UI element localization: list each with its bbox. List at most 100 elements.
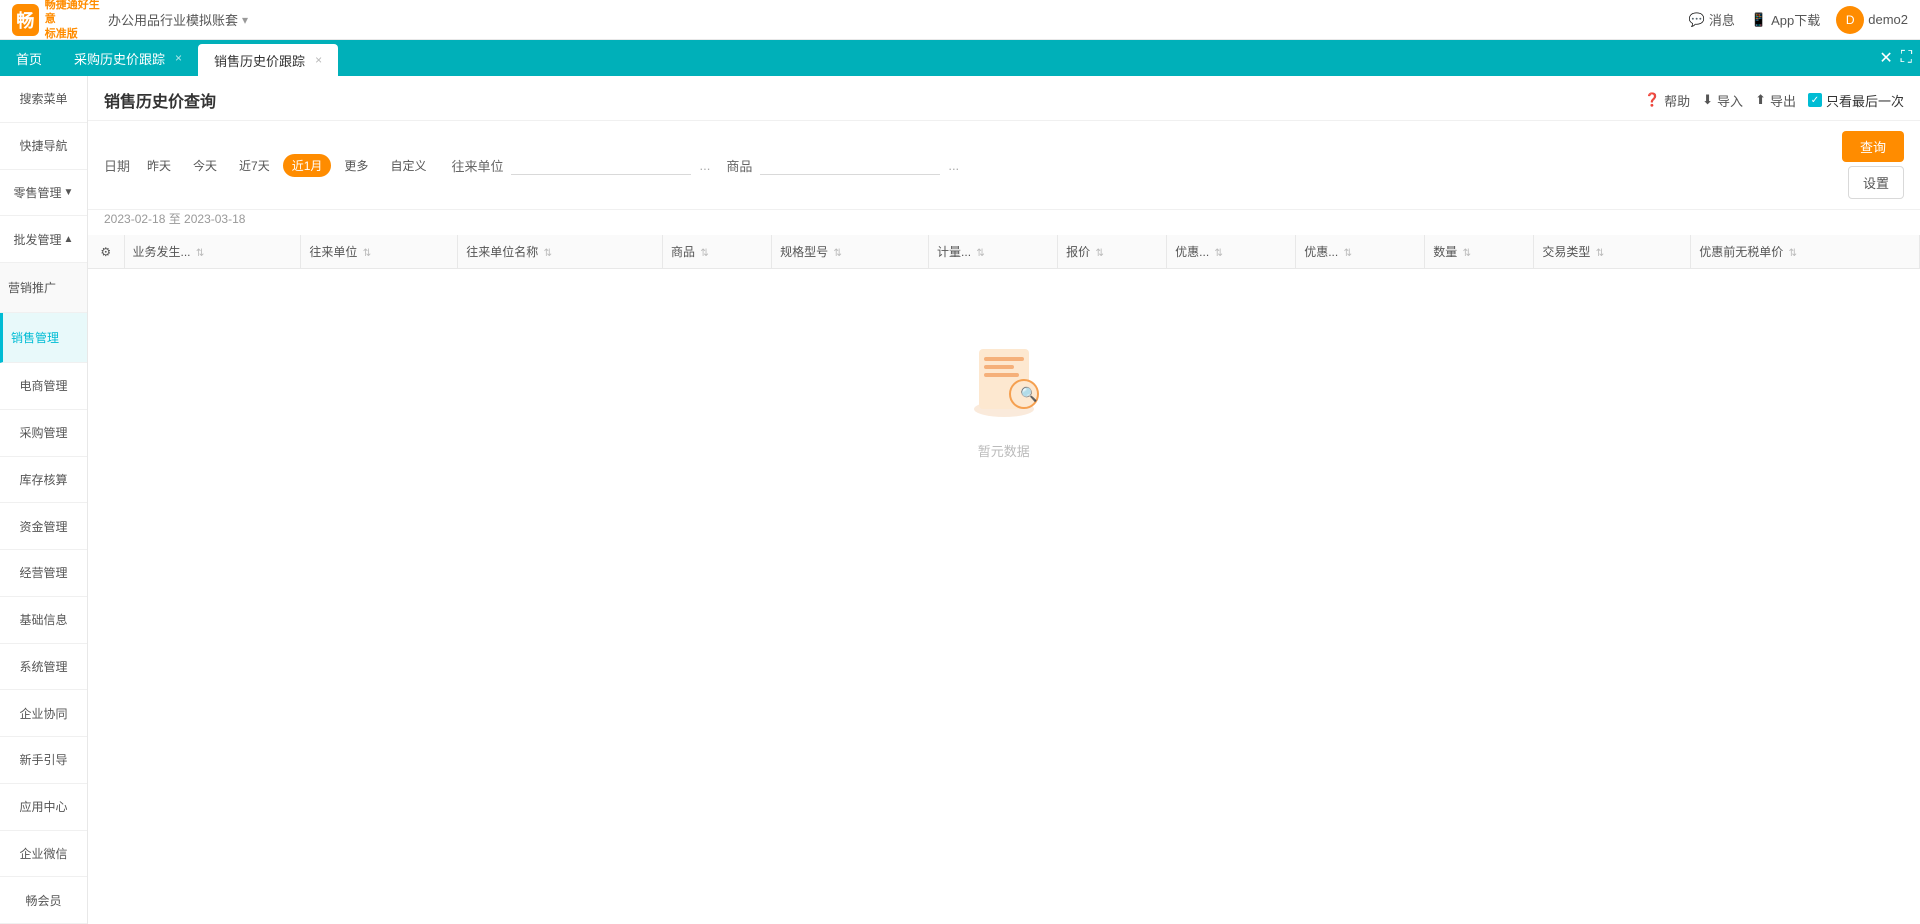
partner-input[interactable] <box>511 155 691 175</box>
partner-label: 往来单位 <box>451 156 503 175</box>
table-wrapper: ⚙ 业务发生... ⇅ 往来单位 ⇅ 往来单位名称 ⇅ <box>88 235 1920 924</box>
col-biz-date[interactable]: 业务发生... ⇅ <box>124 235 301 269</box>
import-icon: ⬇ <box>1702 92 1713 108</box>
sidebar-item-inventory-check[interactable]: 库存核算 <box>0 457 87 504</box>
sidebar-item-search-menu[interactable]: 搜索菜单 <box>0 76 87 123</box>
tab-bar: 首页 采购历史价跟踪 × 销售历史价跟踪 × ✕ ⛶ <box>0 40 1920 76</box>
sort-trade-type-icon: ⇅ <box>1596 248 1604 259</box>
col-product[interactable]: 商品 ⇅ <box>663 235 772 269</box>
sort-product-icon: ⇅ <box>700 248 708 259</box>
empty-text: 暂元数据 <box>978 441 1030 460</box>
col-pretax-price[interactable]: 优惠前无税单价 ⇅ <box>1691 235 1920 269</box>
only-last-checkbox[interactable]: ✓ 只看最后一次 <box>1808 91 1904 110</box>
date-range-display: 2023-02-18 至 2023-03-18 <box>88 210 1920 235</box>
tab-sales-history[interactable]: 销售历史价跟踪 × <box>198 44 338 76</box>
page-header: 销售历史价查询 ❓ 帮助 ⬇ 导入 ⬆ 导出 ✓ 只看最后一次 <box>88 76 1920 121</box>
sidebar-item-retail-mgmt[interactable]: 零售管理 ▼ <box>0 170 87 217</box>
app-download-btn[interactable]: 📱 App下载 <box>1751 10 1820 29</box>
only-last-check-icon: ✓ <box>1808 93 1822 107</box>
col-settings[interactable]: ⚙ <box>88 235 124 269</box>
wholesale-arrow-icon: ▲ <box>64 234 74 245</box>
logo-icon: 畅 <box>12 4 39 36</box>
app-dropdown-icon[interactable]: ▾ <box>242 13 248 27</box>
sort-biz-date-icon: ⇅ <box>196 248 204 259</box>
sort-unit-icon: ⇅ <box>976 248 984 259</box>
filter-bar: 日期 昨天 今天 近7天 近1月 更多 自定义 往来单位 ... 商品 <box>88 121 1920 210</box>
tab-home[interactable]: 首页 <box>0 40 58 76</box>
svg-text:🔍: 🔍 <box>1020 385 1037 403</box>
sort-spec-icon: ⇅ <box>833 248 841 259</box>
retail-arrow-icon: ▼ <box>64 187 74 198</box>
page-actions: ❓ 帮助 ⬇ 导入 ⬆ 导出 ✓ 只看最后一次 <box>1644 91 1904 110</box>
sort-pretax-price-icon: ⇅ <box>1789 248 1797 259</box>
table-body: 🔍 暂元数据 <box>88 269 1920 521</box>
sidebar-item-quick-nav[interactable]: 快捷导航 <box>0 123 87 170</box>
tab-purchase-close-icon[interactable]: × <box>175 51 182 65</box>
content-area: 销售历史价查询 ❓ 帮助 ⬇ 导入 ⬆ 导出 ✓ 只看最后一次 <box>88 76 1920 924</box>
sidebar-item-enterprise-agreement[interactable]: 企业协同 <box>0 690 87 737</box>
empty-state-icon: 🔍 <box>954 329 1054 429</box>
date-btn-today[interactable]: 今天 <box>184 154 226 177</box>
sidebar-item-purchase-mgmt[interactable]: 采购管理 <box>0 410 87 457</box>
sidebar-item-ecommerce-mgmt[interactable]: 电商管理 <box>0 363 87 410</box>
export-icon: ⬆ <box>1755 92 1766 108</box>
tab-expand-icon[interactable]: ⛶ <box>1901 49 1912 67</box>
sort-price-icon: ⇅ <box>1095 248 1103 259</box>
settings-button[interactable]: 设置 <box>1848 166 1904 199</box>
help-btn[interactable]: ❓ 帮助 <box>1644 91 1690 110</box>
partner-dots[interactable]: ... <box>699 158 710 173</box>
sidebar-item-capital-mgmt[interactable]: 资金管理 <box>0 503 87 550</box>
top-right: 💬 消息 📱 App下载 D demo2 <box>1689 6 1908 34</box>
sidebar-item-marketing-promo[interactable]: 营销推广 <box>0 263 87 313</box>
sidebar-item-basic-info[interactable]: 基础信息 <box>0 597 87 644</box>
col-partner-code[interactable]: 往来单位 ⇅ <box>301 235 458 269</box>
product-dots[interactable]: ... <box>948 158 959 173</box>
import-btn[interactable]: ⬇ 导入 <box>1702 91 1743 110</box>
product-input[interactable] <box>760 155 940 175</box>
query-button[interactable]: 查询 <box>1842 131 1904 162</box>
col-discount2[interactable]: 优惠... ⇅ <box>1296 235 1425 269</box>
col-quantity[interactable]: 数量 ⇅ <box>1425 235 1534 269</box>
table-settings-icon[interactable]: ⚙ <box>100 245 111 259</box>
tab-close-all-icon[interactable]: ✕ <box>1879 48 1892 68</box>
export-btn[interactable]: ⬆ 导出 <box>1755 91 1796 110</box>
date-label: 日期 <box>104 156 130 175</box>
data-table: ⚙ 业务发生... ⇅ 往来单位 ⇅ 往来单位名称 ⇅ <box>88 235 1920 520</box>
sort-quantity-icon: ⇅ <box>1463 248 1471 259</box>
col-spec[interactable]: 规格型号 ⇅ <box>772 235 929 269</box>
date-btn-more[interactable]: 更多 <box>335 154 377 177</box>
user-area[interactable]: D demo2 <box>1836 6 1908 34</box>
sidebar-item-wholesale-mgmt[interactable]: 批发管理 ▲ <box>0 216 87 263</box>
date-btn-custom[interactable]: 自定义 <box>381 154 435 177</box>
date-btn-yesterday[interactable]: 昨天 <box>138 154 180 177</box>
sidebar-item-app-center[interactable]: 应用中心 <box>0 784 87 831</box>
sidebar-item-enterprise-wechat[interactable]: 企业微信 <box>0 831 87 878</box>
date-btn-last7[interactable]: 近7天 <box>230 154 279 177</box>
message-btn[interactable]: 💬 消息 <box>1689 10 1735 29</box>
date-btn-1month[interactable]: 近1月 <box>283 154 332 177</box>
col-unit[interactable]: 计量... ⇅ <box>929 235 1058 269</box>
col-discount1[interactable]: 优惠... ⇅ <box>1167 235 1296 269</box>
tab-purchase-history[interactable]: 采购历史价跟踪 × <box>58 40 198 76</box>
col-price[interactable]: 报价 ⇅ <box>1058 235 1167 269</box>
tab-sales-close-icon[interactable]: × <box>315 53 322 67</box>
col-trade-type[interactable]: 交易类型 ⇅ <box>1534 235 1691 269</box>
col-partner-name[interactable]: 往来单位名称 ⇅ <box>458 235 663 269</box>
logo-area: 畅 畅捷通好生意 标准版 <box>12 0 100 41</box>
sort-discount2-icon: ⇅ <box>1344 248 1352 259</box>
empty-state: 🔍 暂元数据 <box>88 269 1920 520</box>
product-label: 商品 <box>726 156 752 175</box>
top-bar: 畅 畅捷通好生意 标准版 办公用品行业模拟账套 ▾ 💬 消息 📱 App下载 D… <box>0 0 1920 40</box>
sidebar-item-operations-mgmt[interactable]: 经营管理 <box>0 550 87 597</box>
tab-bar-right: ✕ ⛶ <box>1879 48 1920 68</box>
date-buttons: 昨天 今天 近7天 近1月 更多 自定义 <box>138 154 435 177</box>
main-layout: 搜索菜单 快捷导航 零售管理 ▼ 批发管理 ▲ 营销推广 销售管理 电商管理 采… <box>0 76 1920 924</box>
message-icon: 💬 <box>1689 12 1705 28</box>
sidebar-item-system-mgmt[interactable]: 系统管理 <box>0 644 87 691</box>
sidebar: 搜索菜单 快捷导航 零售管理 ▼ 批发管理 ▲ 营销推广 销售管理 电商管理 采… <box>0 76 88 924</box>
sidebar-item-new-guide[interactable]: 新手引导 <box>0 737 87 784</box>
sidebar-item-sales-mgmt[interactable]: 销售管理 <box>0 313 87 363</box>
sidebar-item-member[interactable]: 畅会员 <box>0 877 87 924</box>
page-title: 销售历史价查询 <box>104 88 216 112</box>
product-filter-group: 商品 ... <box>726 155 959 175</box>
